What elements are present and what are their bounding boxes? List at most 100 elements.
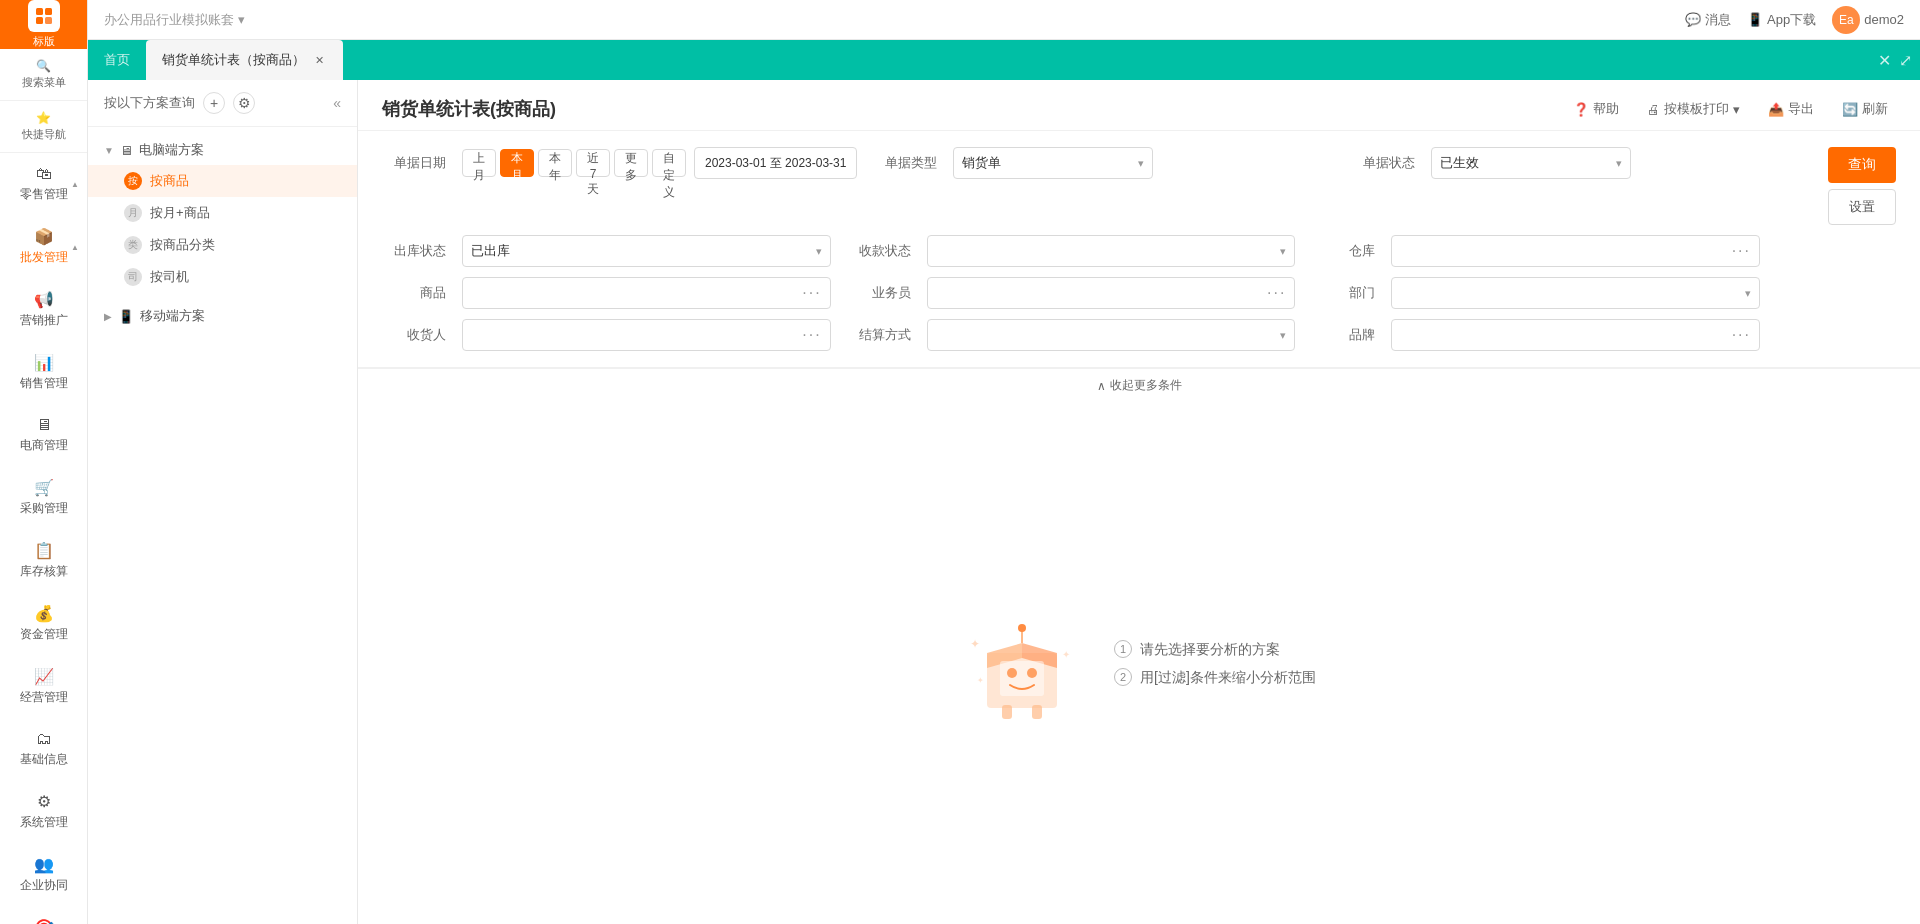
step2-text: 用[过滤]条件来缩小分析范围 (1140, 663, 1316, 691)
wholesale-icon: 📦 (34, 227, 54, 246)
tab-home[interactable]: 首页 (88, 40, 146, 80)
scheme-item-by-category[interactable]: 类 按商品分类 (88, 229, 357, 261)
tab-sales-stats[interactable]: 销货单统计表（按商品） ✕ (146, 40, 343, 80)
scheme-settings-btn[interactable]: ⚙ (233, 92, 255, 114)
goods-dots: ··· (802, 284, 821, 302)
scheme-item-by-goods[interactable]: 按 按商品 (88, 165, 357, 197)
svg-text:✦: ✦ (977, 676, 984, 685)
refresh-btn[interactable]: 🔄 刷新 (1834, 96, 1896, 122)
sidebar-item-guide[interactable]: 🎯 新手引导 (0, 906, 87, 924)
sales-input[interactable]: ··· (927, 277, 1296, 309)
export-label: 导出 (1788, 100, 1814, 118)
topbar-dropdown-icon[interactable]: ▾ (238, 12, 245, 27)
svg-rect-1 (45, 8, 52, 15)
app-download-btn[interactable]: 📱 App下载 (1747, 11, 1816, 29)
sidebar-item-marketing[interactable]: 📢 营销推广 (0, 278, 87, 341)
svg-text:✦: ✦ (1062, 649, 1070, 660)
payment-select[interactable]: ▾ (927, 319, 1296, 351)
user-profile[interactable]: Ea demo2 (1832, 6, 1904, 34)
dept-dropdown-icon: ▾ (1745, 287, 1751, 300)
tabbar: 首页 销货单统计表（按商品） ✕ ✕ ⤢ (88, 40, 1920, 80)
receiver-dots: ··· (802, 326, 821, 344)
print-btn[interactable]: 🖨 按模板打印 ▾ (1639, 96, 1748, 122)
date-btn-more[interactable]: 更多 (614, 149, 648, 177)
sidebar-item-label-finance: 资金管理 (20, 626, 68, 643)
svg-rect-3 (45, 17, 52, 24)
svg-point-6 (1007, 668, 1017, 678)
date-btn-custom[interactable]: 自定义 (652, 149, 686, 177)
scheme-item-by-driver[interactable]: 司 按司机 (88, 261, 357, 293)
bill-status-select[interactable]: 已生效 ▾ (1431, 147, 1631, 179)
tab-home-label: 首页 (104, 51, 130, 69)
bill-type-select[interactable]: 销货单 ▾ (953, 147, 1153, 179)
brand-input[interactable]: ··· (1391, 319, 1760, 351)
receipt-status-select[interactable]: ▾ (927, 235, 1296, 267)
scheme-label-goods: 按商品 (150, 172, 189, 190)
query-btn[interactable]: 查询 (1828, 147, 1896, 183)
receiver-input[interactable]: ··· (462, 319, 831, 351)
username: demo2 (1864, 12, 1904, 27)
sidebar-item-inventory[interactable]: 📋 库存核算 (0, 529, 87, 592)
print-label: 按模板打印 (1664, 100, 1729, 118)
date-btn-this-year[interactable]: 本年 (538, 149, 572, 177)
refresh-label: 刷新 (1862, 100, 1888, 118)
date-btn-this-month[interactable]: 本月 (500, 149, 534, 177)
app-logo: 标版 (0, 0, 88, 49)
export-btn[interactable]: 📤 导出 (1760, 96, 1822, 122)
out-status-select[interactable]: 已出库 ▾ (462, 235, 831, 267)
sidebar-item-label-system: 系统管理 (20, 814, 68, 831)
warehouse-dots: ··· (1732, 242, 1751, 260)
sidebar-item-label-purchase: 采购管理 (20, 500, 68, 517)
basic-icon: 🗂 (36, 730, 52, 748)
help-btn[interactable]: ❓ 帮助 (1565, 96, 1627, 122)
sidebar-item-system[interactable]: ⚙ 系统管理 (0, 780, 87, 843)
sidebar-item-ecommerce[interactable]: 🖥 电商管理 (0, 404, 87, 466)
dept-select[interactable]: ▾ (1391, 277, 1760, 309)
sidebar-item-finance[interactable]: 💰 资金管理 (0, 592, 87, 655)
tab-close-all-icon[interactable]: ✕ (1878, 51, 1891, 70)
empty-step2: 2 用[过滤]条件来缩小分析范围 (1114, 663, 1316, 691)
payment-dropdown-icon: ▾ (1280, 329, 1286, 342)
collapse-up-icon: ∧ (1097, 379, 1106, 393)
sidebar-item-retail[interactable]: 🛍 零售管理 (0, 153, 87, 215)
sidebar-item-basic[interactable]: 🗂 基础信息 (0, 718, 87, 780)
settings-btn[interactable]: 设置 (1828, 189, 1896, 225)
mobile-group-title[interactable]: ▶ 📱 移动端方案 (88, 301, 357, 331)
date-btn-7days[interactable]: 近7天 (576, 149, 610, 177)
date-label: 单据日期 (382, 154, 454, 172)
tab-close-btn[interactable]: ✕ (311, 52, 327, 68)
sidebar-item-sales[interactable]: 📊 销售管理 (0, 341, 87, 404)
inventory-icon: 📋 (34, 541, 54, 560)
page-title: 销货单统计表(按商品) (382, 97, 556, 121)
scheme-item-by-month-goods[interactable]: 月 按月+商品 (88, 197, 357, 229)
date-btn-last-month[interactable]: 上月 (462, 149, 496, 177)
sidebar-search[interactable]: 🔍 搜索菜单 (0, 49, 87, 101)
sidebar-item-wholesale[interactable]: 📦 批发管理 (0, 215, 87, 278)
tab-expand-icon[interactable]: ⤢ (1899, 51, 1912, 70)
sidebar-item-label-wholesale: 批发管理 (20, 249, 68, 266)
step1-text: 请先选择要分析的方案 (1140, 635, 1280, 663)
app-subtitle: 标版 (33, 34, 55, 49)
collapse-panel-btn[interactable]: « (333, 95, 341, 111)
goods-input[interactable]: ··· (462, 277, 831, 309)
sidebar-item-purchase[interactable]: 🛒 采购管理 (0, 466, 87, 529)
right-panel: 销货单统计表(按商品) ❓ 帮助 🖨 按模板打印 ▾ 📤 导出 (358, 80, 1920, 924)
sidebar-item-management[interactable]: 📈 经营管理 (0, 655, 87, 718)
sidebar-item-collab[interactable]: 👥 企业协同 (0, 843, 87, 906)
empty-step1: 1 请先选择要分析的方案 (1114, 635, 1316, 663)
help-icon: ❓ (1573, 102, 1589, 117)
collapse-filter-btn[interactable]: ∧ 收起更多条件 (358, 368, 1920, 402)
tabbar-actions: ✕ ⤢ (1878, 51, 1920, 70)
topbar-title: 办公用品行业模拟账套 ▾ (104, 11, 245, 29)
quick-nav[interactable]: ⭐ 快捷导航 (0, 101, 87, 153)
topbar-title-text: 办公用品行业模拟账套 (104, 11, 234, 29)
warehouse-input[interactable]: ··· (1391, 235, 1760, 267)
date-range-display[interactable]: 2023-03-01 至 2023-03-31 (694, 147, 857, 179)
bill-type-dropdown-icon: ▾ (1138, 157, 1144, 170)
add-scheme-btn[interactable]: + (203, 92, 225, 114)
msg-btn[interactable]: 💬 消息 (1685, 11, 1731, 29)
logo-icon (28, 0, 60, 32)
bill-type-label: 单据类型 (873, 154, 945, 172)
pc-group-title[interactable]: ▼ 🖥 电脑端方案 (88, 135, 357, 165)
search-label: 搜索菜单 (0, 75, 87, 90)
